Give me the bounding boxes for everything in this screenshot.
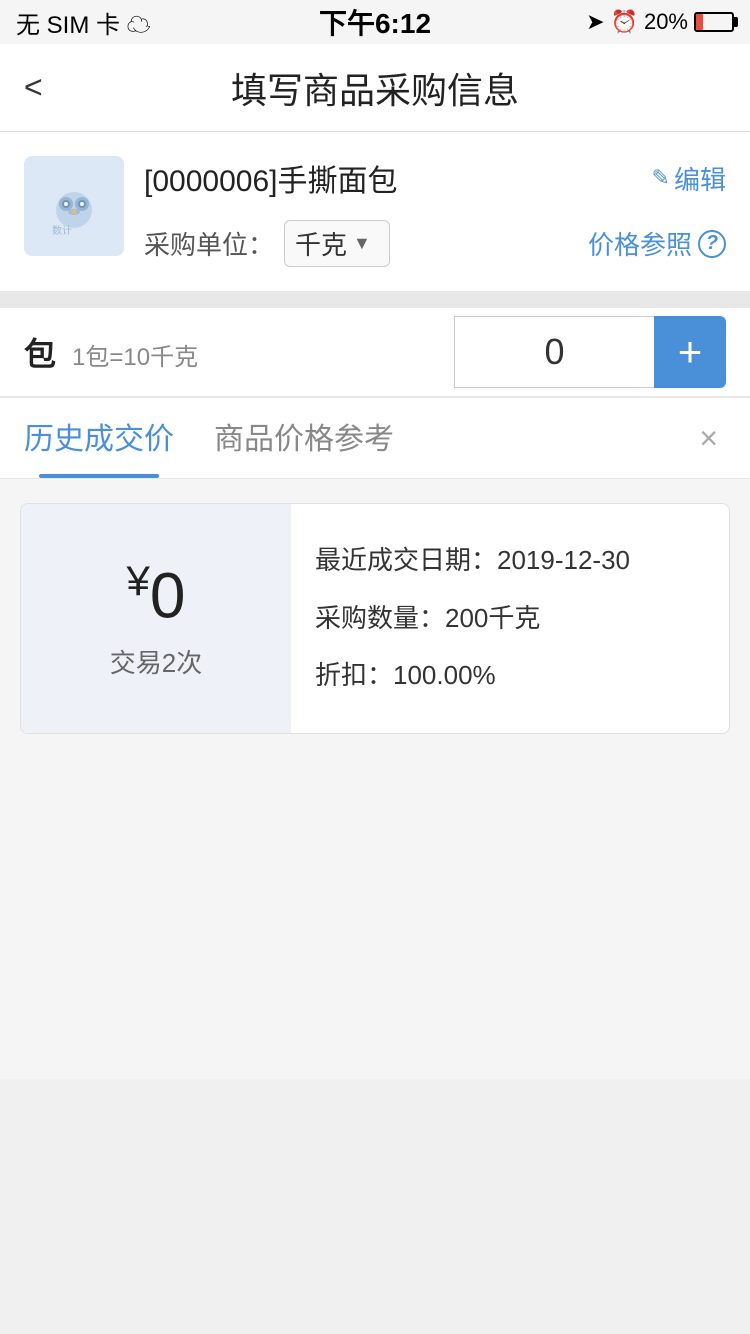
yen-symbol: ¥ (127, 557, 150, 604)
quantity-input[interactable] (454, 316, 654, 388)
tab-history-label: 历史成交价 (24, 423, 174, 456)
unit-select-arrow-icon: ▼ (353, 233, 371, 254)
sim-label: 无 SIM 卡 ☁ (16, 5, 151, 40)
owl-icon: 数计 (44, 176, 104, 236)
quantity-plus-button[interactable]: + (654, 316, 726, 388)
price-number: 0 (150, 560, 186, 632)
tab-history-price[interactable]: 历史成交价 (24, 414, 174, 462)
status-left: 无 SIM 卡 ☁ (16, 5, 151, 40)
product-image: 数计 (24, 156, 124, 256)
back-button[interactable]: < (24, 69, 43, 106)
price-card-section: ¥0 交易2次 最近成交日期：2019-12-30 采购数量：200千克 折扣：… (0, 479, 750, 1079)
quantity-unit-sub: 1包=10千克 (72, 337, 198, 372)
edit-label: 编辑 (674, 160, 726, 197)
page-title: 填写商品采购信息 (231, 62, 519, 114)
nav-header: < 填写商品采购信息 (0, 44, 750, 132)
quantity-input-group: + (454, 316, 726, 388)
info-icon: ? (698, 230, 726, 258)
price-card-right: 最近成交日期：2019-12-30 采购数量：200千克 折扣：100.00% (291, 504, 729, 733)
product-unit-row: 采购单位： 千克 ▼ 价格参照 ? (144, 220, 726, 267)
price-display: ¥0 (127, 557, 186, 632)
svg-text:数计: 数计 (52, 224, 72, 236)
product-info: [0000006]手撕面包 ✎ 编辑 采购单位： 千克 ▼ 价格参照 ? (144, 156, 726, 267)
edit-button[interactable]: ✎ 编辑 (652, 160, 726, 197)
tabs-close-button[interactable]: × (691, 412, 726, 465)
price-card-left: ¥0 交易2次 (21, 504, 291, 733)
purchase-qty-row: 采购数量：200千克 (315, 598, 705, 640)
product-section: 数计 [0000006]手撕面包 ✎ 编辑 采购单位： 千克 ▼ 价格参照 ? (0, 132, 750, 292)
status-time: 下午6:12 (319, 2, 431, 42)
status-right: ➤ ⏰ 20% (586, 9, 734, 35)
tab-product-price-ref[interactable]: 商品价格参考 (214, 414, 394, 462)
discount-row: 折扣：100.00% (315, 655, 705, 697)
unit-value: 千克 (295, 225, 347, 262)
product-name: [0000006]手撕面包 (144, 156, 397, 200)
trade-count: 交易2次 (110, 643, 202, 680)
battery-percent: 20% (644, 9, 688, 35)
unit-label: 采购单位： 千克 ▼ (144, 220, 390, 267)
price-ref-button[interactable]: 价格参照 ? (588, 225, 726, 262)
recent-date-row: 最近成交日期：2019-12-30 (315, 540, 705, 582)
section-divider (0, 292, 750, 308)
tabs-section: 历史成交价 商品价格参考 × (0, 398, 750, 479)
tab-price-ref-label: 商品价格参考 (214, 423, 394, 456)
tabs-bar: 历史成交价 商品价格参考 × (0, 398, 750, 478)
unit-text: 采购单位： (144, 225, 274, 262)
battery-icon (694, 12, 734, 32)
recent-date-value: 最近成交日期：2019-12-30 (315, 545, 630, 575)
edit-icon: ✎ (652, 165, 670, 191)
product-header: [0000006]手撕面包 ✎ 编辑 (144, 156, 726, 200)
quantity-label: 包 1包=10千克 (24, 329, 198, 375)
quantity-section: 包 1包=10千克 + (0, 308, 750, 398)
alarm-icon: ⏰ (611, 9, 638, 35)
location-icon: ➤ (586, 9, 604, 35)
status-bar: 无 SIM 卡 ☁ 下午6:12 ➤ ⏰ 20% (0, 0, 750, 44)
tab-active-indicator (39, 474, 159, 478)
unit-select[interactable]: 千克 ▼ (284, 220, 390, 267)
discount-value: 折扣：100.00% (315, 660, 496, 690)
price-ref-label: 价格参照 (588, 225, 692, 262)
quantity-unit: 包 (24, 329, 56, 375)
purchase-qty-value: 采购数量：200千克 (315, 603, 540, 633)
tabs-left: 历史成交价 商品价格参考 (24, 414, 394, 462)
price-card: ¥0 交易2次 最近成交日期：2019-12-30 采购数量：200千克 折扣：… (20, 503, 730, 734)
